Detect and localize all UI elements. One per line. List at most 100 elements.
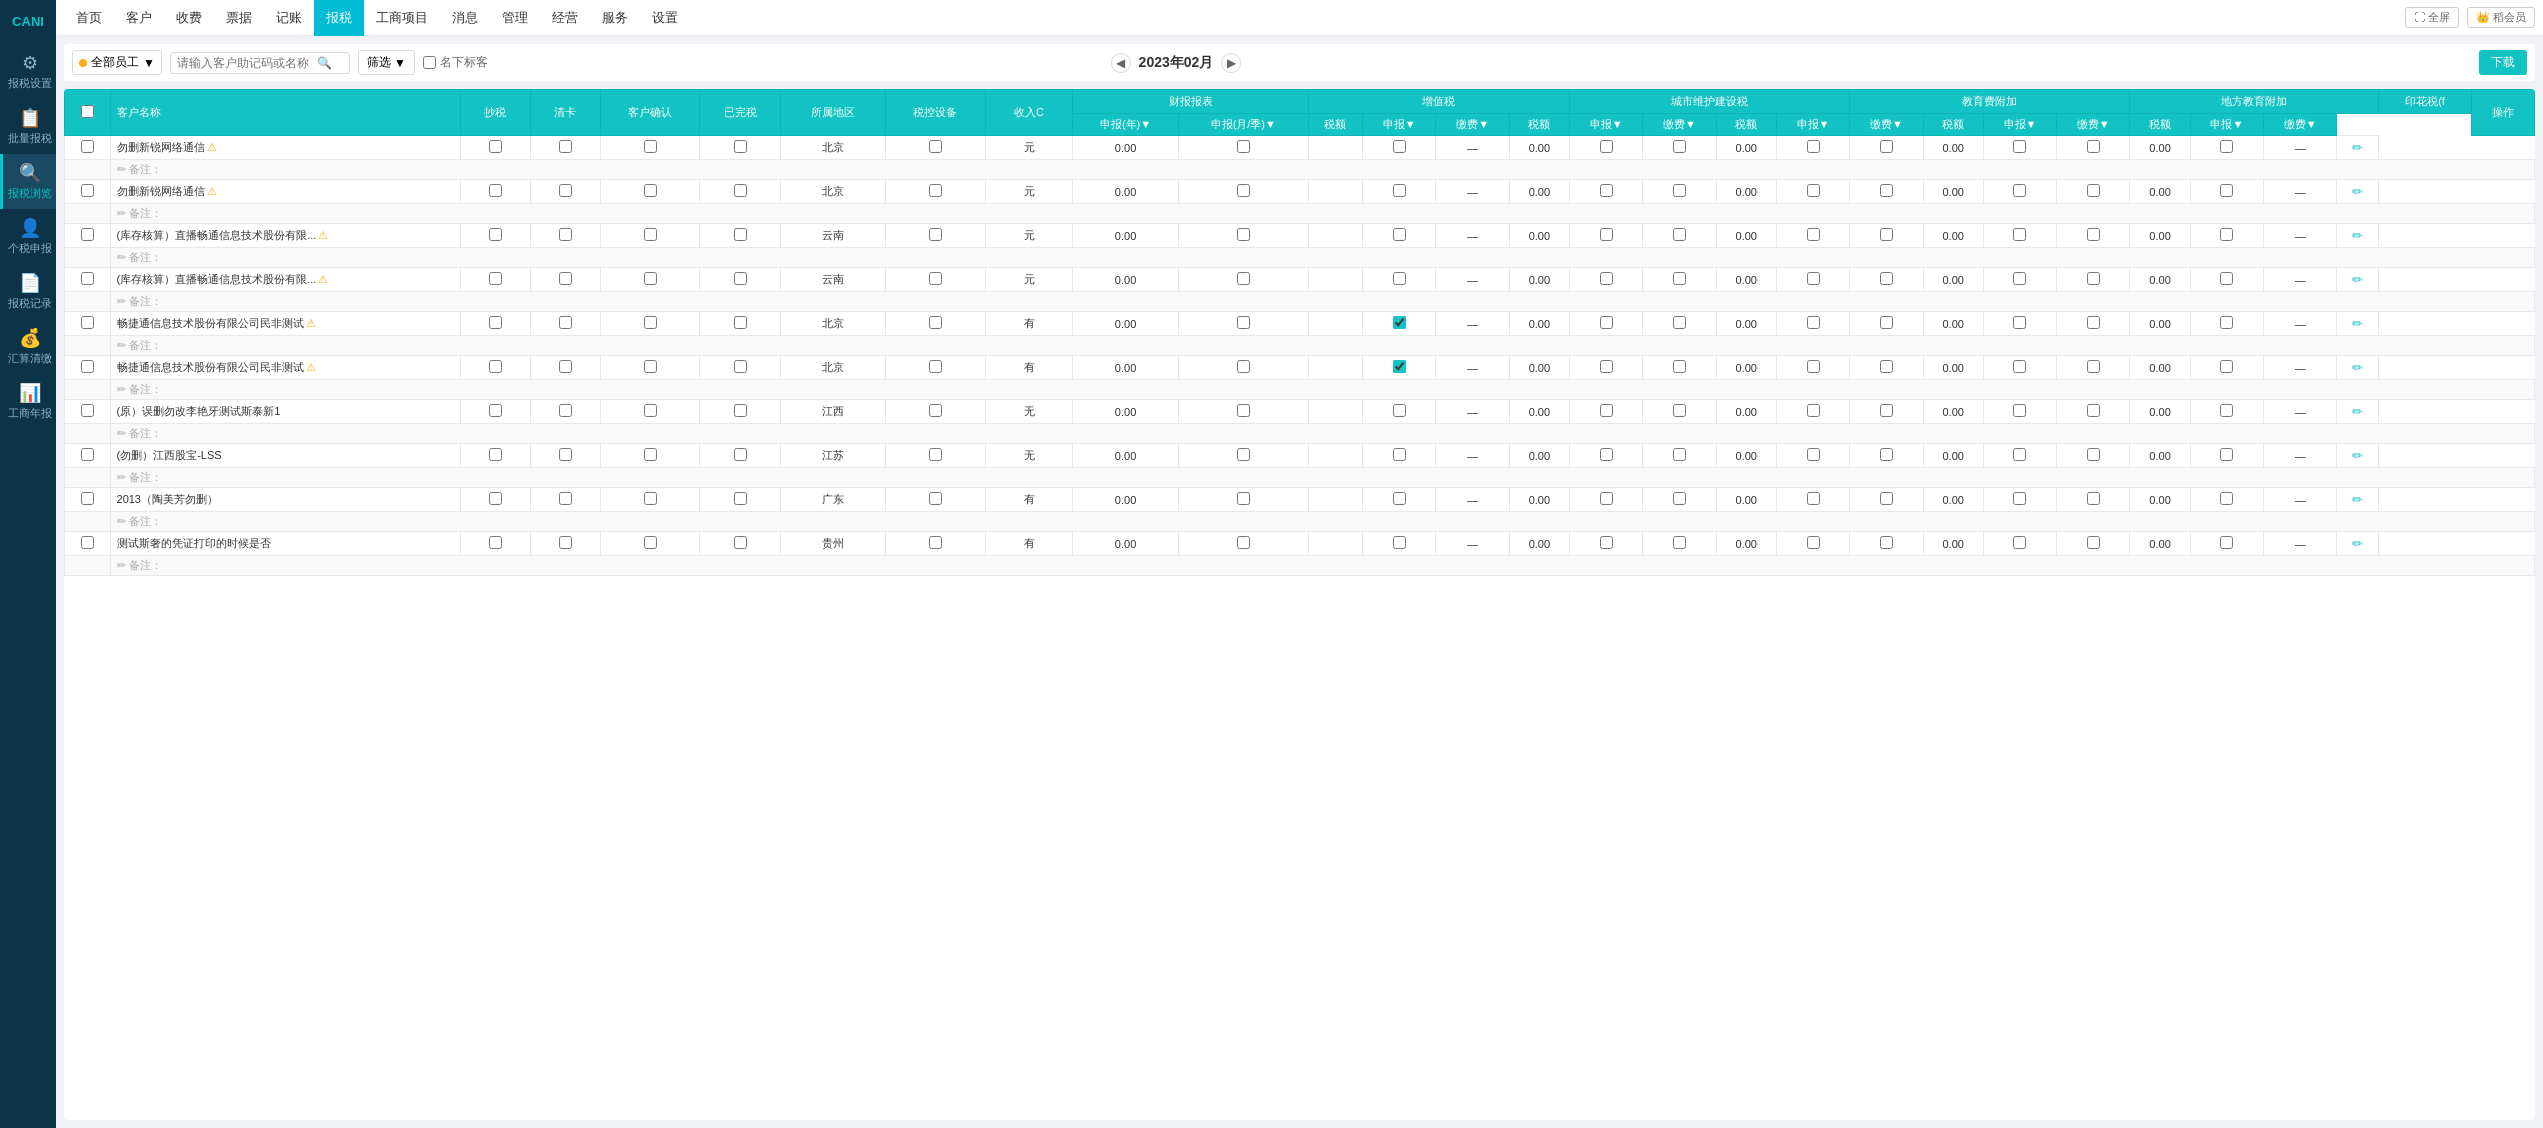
vat-apply-checkbox[interactable] xyxy=(1393,184,1406,197)
cell-edit[interactable]: ✏ xyxy=(2337,180,2379,204)
th-city-pay[interactable]: 缴费▼ xyxy=(1643,114,1716,136)
fin-check-checkbox[interactable] xyxy=(1237,404,1250,417)
search-input[interactable] xyxy=(177,56,317,70)
nav-service[interactable]: 服务 xyxy=(590,0,640,36)
chaoshui-checkbox[interactable] xyxy=(489,360,502,373)
cell-check[interactable] xyxy=(65,180,111,204)
edu-apply-checkbox[interactable] xyxy=(1807,140,1820,153)
cell-check[interactable] xyxy=(65,532,111,556)
cell-check[interactable] xyxy=(65,312,111,336)
chaoshui-checkbox[interactable] xyxy=(489,184,502,197)
nav-message[interactable]: 消息 xyxy=(440,0,490,36)
city-apply-checkbox[interactable] xyxy=(1600,536,1613,549)
city-apply-checkbox[interactable] xyxy=(1600,316,1613,329)
stamp-apply-checkbox[interactable] xyxy=(2220,316,2233,329)
cell-edit[interactable]: ✏ xyxy=(2337,488,2379,512)
edu-pay-checkbox[interactable] xyxy=(1880,360,1893,373)
local-edu-pay-checkbox[interactable] xyxy=(2087,448,2100,461)
qingka-checkbox[interactable] xyxy=(559,316,572,329)
confirm-checkbox[interactable] xyxy=(644,184,657,197)
select-all-checkbox[interactable] xyxy=(81,105,94,118)
fullscreen-btn[interactable]: ⛶ 全屏 xyxy=(2405,7,2459,28)
qingka-checkbox[interactable] xyxy=(559,448,572,461)
qingka-checkbox[interactable] xyxy=(559,536,572,549)
download-button[interactable]: 下载 xyxy=(2479,50,2527,75)
confirm-checkbox[interactable] xyxy=(644,448,657,461)
nav-operation[interactable]: 经营 xyxy=(540,0,590,36)
device-checkbox[interactable] xyxy=(929,492,942,505)
edu-apply-checkbox[interactable] xyxy=(1807,536,1820,549)
chaoshui-checkbox[interactable] xyxy=(489,140,502,153)
fin-check-checkbox[interactable] xyxy=(1237,184,1250,197)
edu-pay-checkbox[interactable] xyxy=(1880,184,1893,197)
chaoshui-checkbox[interactable] xyxy=(489,404,502,417)
paid-checkbox[interactable] xyxy=(734,536,747,549)
edit-icon[interactable]: ✏ xyxy=(2352,360,2363,375)
device-checkbox[interactable] xyxy=(929,140,942,153)
label-checkbox[interactable] xyxy=(423,56,436,69)
paid-checkbox[interactable] xyxy=(734,228,747,241)
local-edu-apply-checkbox[interactable] xyxy=(2013,492,2026,505)
cell-edit[interactable]: ✏ xyxy=(2337,224,2379,248)
row-checkbox[interactable] xyxy=(81,536,94,549)
edu-pay-checkbox[interactable] xyxy=(1880,448,1893,461)
city-pay-checkbox[interactable] xyxy=(1673,184,1686,197)
local-edu-apply-checkbox[interactable] xyxy=(2013,228,2026,241)
edu-apply-checkbox[interactable] xyxy=(1807,184,1820,197)
cell-edit[interactable]: ✏ xyxy=(2337,532,2379,556)
row-checkbox[interactable] xyxy=(81,448,94,461)
sidebar-item-baoshuishezhi[interactable]: ⚙ 报税设置 xyxy=(0,44,56,99)
fin-check-checkbox[interactable] xyxy=(1237,272,1250,285)
cell-check[interactable] xyxy=(65,488,111,512)
local-edu-pay-checkbox[interactable] xyxy=(2087,360,2100,373)
cell-check[interactable] xyxy=(65,136,111,160)
chaoshui-checkbox[interactable] xyxy=(489,492,502,505)
city-pay-checkbox[interactable] xyxy=(1673,448,1686,461)
device-checkbox[interactable] xyxy=(929,360,942,373)
cell-edit[interactable]: ✏ xyxy=(2337,312,2379,336)
qingka-checkbox[interactable] xyxy=(559,140,572,153)
paid-checkbox[interactable] xyxy=(734,448,747,461)
device-checkbox[interactable] xyxy=(929,536,942,549)
th-edu-pay[interactable]: 缴费▼ xyxy=(1850,114,1923,136)
edu-pay-checkbox[interactable] xyxy=(1880,492,1893,505)
edit-icon[interactable]: ✏ xyxy=(2352,536,2363,551)
label-chip[interactable]: 名下标客 xyxy=(423,54,488,71)
nav-bookkeeping[interactable]: 记账 xyxy=(264,0,314,36)
nav-home[interactable]: 首页 xyxy=(64,0,114,36)
confirm-checkbox[interactable] xyxy=(644,492,657,505)
fin-check-checkbox[interactable] xyxy=(1237,536,1250,549)
edu-pay-checkbox[interactable] xyxy=(1880,536,1893,549)
row-checkbox[interactable] xyxy=(81,360,94,373)
edu-apply-checkbox[interactable] xyxy=(1807,448,1820,461)
nav-fee[interactable]: 收费 xyxy=(164,0,214,36)
th-local-edu-pay[interactable]: 缴费▼ xyxy=(2057,114,2130,136)
local-edu-pay-checkbox[interactable] xyxy=(2087,140,2100,153)
sidebar-item-baoshuijilu[interactable]: 📄 报税记录 xyxy=(0,264,56,319)
city-apply-checkbox[interactable] xyxy=(1600,140,1613,153)
stamp-apply-checkbox[interactable] xyxy=(2220,492,2233,505)
confirm-checkbox[interactable] xyxy=(644,228,657,241)
th-edu-apply[interactable]: 申报▼ xyxy=(1776,114,1849,136)
edu-pay-checkbox[interactable] xyxy=(1880,228,1893,241)
row-checkbox[interactable] xyxy=(81,404,94,417)
local-edu-apply-checkbox[interactable] xyxy=(2013,140,2026,153)
stamp-apply-checkbox[interactable] xyxy=(2220,272,2233,285)
sidebar-item-piliangshuibao[interactable]: 📋 批量报税 xyxy=(0,99,56,154)
row-checkbox[interactable] xyxy=(81,184,94,197)
nav-customer[interactable]: 客户 xyxy=(114,0,164,36)
stamp-apply-checkbox[interactable] xyxy=(2220,140,2233,153)
city-pay-checkbox[interactable] xyxy=(1673,404,1686,417)
th-checkbox[interactable] xyxy=(65,90,111,136)
confirm-checkbox[interactable] xyxy=(644,404,657,417)
edit-icon[interactable]: ✏ xyxy=(2352,228,2363,243)
chaoshui-checkbox[interactable] xyxy=(489,272,502,285)
sidebar-item-geshuishenba[interactable]: 👤 个税申报 xyxy=(0,209,56,264)
row-checkbox[interactable] xyxy=(81,492,94,505)
vat-apply-checkbox[interactable] xyxy=(1393,316,1406,329)
row-checkbox[interactable] xyxy=(81,272,94,285)
table-container[interactable]: 客户名称 抄税 清卡 客户确认 已完税 所属地区 税控设备 收入C 财报报表 增… xyxy=(64,89,2535,1120)
fin-check-checkbox[interactable] xyxy=(1237,360,1250,373)
device-checkbox[interactable] xyxy=(929,316,942,329)
city-apply-checkbox[interactable] xyxy=(1600,228,1613,241)
